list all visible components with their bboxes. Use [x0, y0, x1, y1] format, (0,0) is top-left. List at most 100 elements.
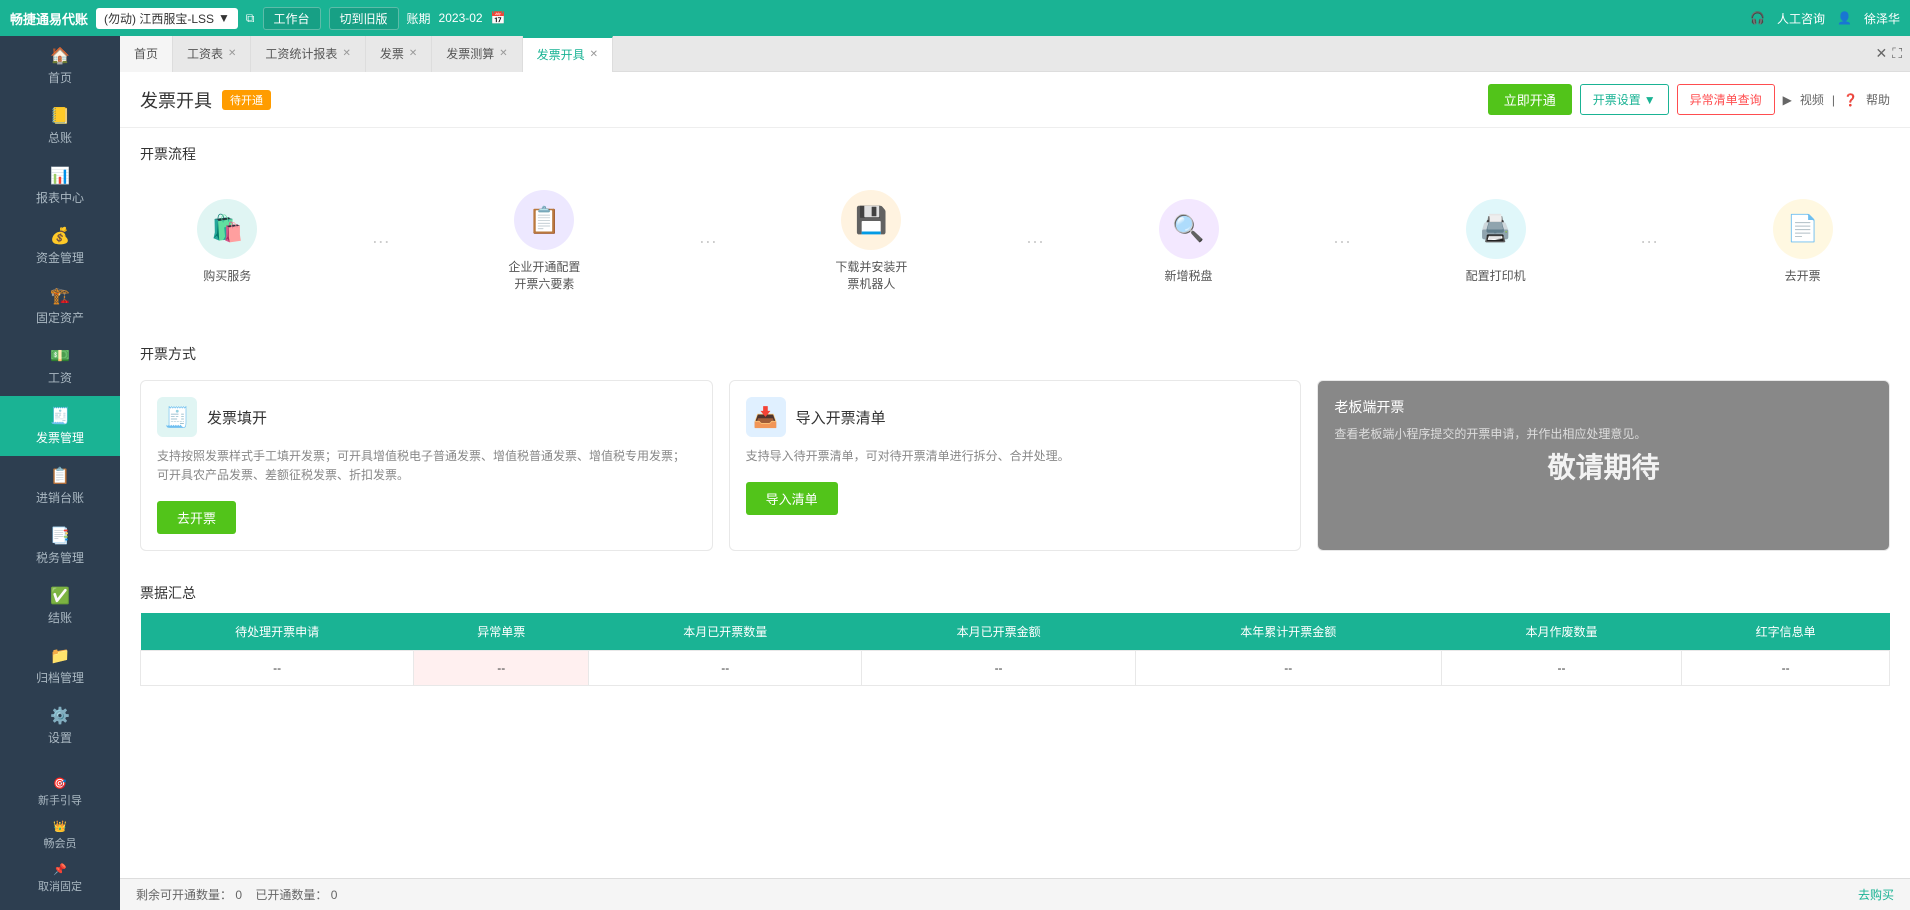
- method-title-manual: 发票填开: [207, 407, 267, 428]
- header-actions: 立即开通 开票设置 ▼ 异常清单查询 ▶ 视频 | ❓ 帮助: [1488, 84, 1890, 115]
- tab-home[interactable]: 首页: [120, 36, 173, 72]
- add-taxdisk-label: 新增税盘: [1164, 267, 1212, 284]
- assets-icon: 🏗️: [50, 286, 70, 306]
- go-buy-link[interactable]: 去购买: [1858, 886, 1894, 903]
- company-selector[interactable]: (勿动) 江西服宝-LSS ▼: [96, 8, 238, 29]
- sidebar-item-tax[interactable]: 📑 税务管理: [0, 516, 120, 576]
- val-month-count: --: [589, 651, 862, 686]
- col-pending: 待处理开票申请: [141, 613, 414, 651]
- step-configure-printer[interactable]: 🖨️ 配置打印机: [1466, 199, 1526, 284]
- sidebar-label-guide: 新手引导: [38, 792, 82, 808]
- process-section-title: 开票流程: [140, 144, 1890, 164]
- sidebar-item-unpin[interactable]: 📌 取消固定: [5, 857, 115, 900]
- tab-bar-actions: ✕ ⛶: [1875, 45, 1910, 62]
- sidebar-label-tax: 税务管理: [36, 549, 84, 566]
- member-icon: 👑: [53, 820, 67, 833]
- close-all-icon[interactable]: ✕: [1875, 45, 1887, 62]
- download-icon-wrap: 💾: [841, 190, 901, 250]
- step-download[interactable]: 💾 下载并安装开票机器人: [831, 190, 911, 292]
- calendar-icon[interactable]: 📅: [491, 11, 506, 25]
- sidebar-item-settings[interactable]: ⚙️ 设置: [0, 696, 120, 756]
- guide-icon: 🎯: [53, 777, 67, 790]
- sidebar-item-inout[interactable]: 📋 进销台账: [0, 456, 120, 516]
- settings-btn[interactable]: 开票设置 ▼: [1580, 84, 1669, 115]
- settle-icon: ✅: [50, 586, 70, 606]
- val-void-count: --: [1441, 651, 1681, 686]
- buy-service-icon-wrap: 🛍️: [197, 199, 257, 259]
- tab-invoice-tool-close[interactable]: ✕: [590, 49, 598, 60]
- opened-label: 已开通数量：: [255, 888, 327, 902]
- step-add-taxdisk[interactable]: 🔍 新增税盘: [1159, 199, 1219, 284]
- sidebar-label-settings: 设置: [48, 729, 72, 746]
- expand-icon[interactable]: ⛶: [1892, 45, 1902, 62]
- tab-invoice-list[interactable]: 发票 ✕: [366, 36, 432, 72]
- sidebar-item-home[interactable]: 🏠 首页: [0, 36, 120, 96]
- immediate-open-btn[interactable]: 立即开通: [1488, 84, 1572, 115]
- sidebar-item-member[interactable]: 👑 畅会员: [5, 814, 115, 857]
- tab-payroll-stats[interactable]: 工资统计报表 ✕: [251, 36, 365, 72]
- payroll-icon: 💵: [50, 346, 70, 366]
- process-flow: 🛍️ 购买服务 ··· 📋 企业开通配置开票六要素 ···: [140, 180, 1890, 312]
- workspace-btn[interactable]: 工作台: [263, 7, 321, 30]
- sidebar-item-invoice[interactable]: 🧾 发票管理: [0, 396, 120, 456]
- sidebar-label-member: 畅会员: [44, 835, 77, 851]
- sidebar-label-invoice: 发票管理: [36, 429, 84, 446]
- sidebar-item-assets[interactable]: 🏗️ 固定资产: [0, 276, 120, 336]
- user-label[interactable]: 徐泽华: [1864, 10, 1900, 27]
- method-card-import: 📥 导入开票清单 支持导入待开票清单，可对待开票清单进行拆分、合并处理。 导入清…: [729, 380, 1302, 551]
- archive-icon: 📁: [50, 646, 70, 666]
- step-buy-service[interactable]: 🛍️ 购买服务: [197, 199, 257, 284]
- val-month-amount: --: [862, 651, 1135, 686]
- old-boss-title: 老板端开票: [1334, 397, 1873, 417]
- tab-invoice-calc[interactable]: 发票测算 ✕: [432, 36, 522, 72]
- sidebar-item-archive[interactable]: 📁 归档管理: [0, 636, 120, 696]
- invoice-methods: 🧾 发票填开 支持按照发票样式手工填开发票；可开具增值税电子普通发票、增值税普通…: [140, 380, 1890, 567]
- tax-icon: 📑: [50, 526, 70, 546]
- add-taxdisk-icon: 🔍: [1172, 213, 1204, 244]
- methods-section: 开票方式 🧾 发票填开 支持按照发票样式手工填开发票；可开具增值税电子普通发票、…: [120, 328, 1910, 583]
- sidebar: 🏠 首页 📒 总账 📊 报表中心 💰 资金管理 🏗️ 固定资产 💵 工资 🧾 发…: [0, 36, 120, 910]
- page-title: 发票开具: [140, 87, 212, 113]
- step-issue-invoice[interactable]: 📄 去开票: [1773, 199, 1833, 284]
- tab-payroll-stats-close[interactable]: ✕: [342, 48, 350, 59]
- sidebar-item-settle[interactable]: ✅ 结账: [0, 576, 120, 636]
- sidebar-item-guide[interactable]: 🎯 新手引导: [5, 771, 115, 814]
- tab-payroll-table-close[interactable]: ✕: [228, 48, 236, 59]
- settings-chevron-icon: ▼: [1644, 93, 1656, 107]
- tab-invoice-tool[interactable]: 发票开具 ✕: [523, 36, 613, 72]
- copy-icon[interactable]: ⧉: [246, 11, 255, 26]
- method-desc-manual: 支持按照发票样式手工填开发票；可开具增值税电子普通发票、增值税普通发票、增值税专…: [157, 447, 696, 485]
- configure-icon: 📋: [528, 205, 560, 236]
- summary-table-data-row: -- -- -- -- -- -- --: [141, 651, 1890, 686]
- val-red-info: --: [1682, 651, 1890, 686]
- chevron-down-icon: ▼: [218, 11, 230, 25]
- sidebar-item-funds[interactable]: 💰 资金管理: [0, 216, 120, 276]
- col-year-amount: 本年累计开票金额: [1135, 613, 1441, 651]
- header-right-info: ▶ 视频 | ❓ 帮助: [1783, 91, 1890, 108]
- switch-old-btn[interactable]: 切到旧版: [329, 7, 399, 30]
- sidebar-item-payroll[interactable]: 💵 工资: [0, 336, 120, 396]
- method-desc-import: 支持导入待开票清单，可对待开票清单进行拆分、合并处理。: [746, 447, 1285, 466]
- import-list-btn[interactable]: 导入清单: [746, 482, 838, 515]
- tab-payroll-table[interactable]: 工资表 ✕: [173, 36, 251, 72]
- ledger-icon: 📒: [50, 106, 70, 126]
- sidebar-item-ledger[interactable]: 📒 总账: [0, 96, 120, 156]
- abnormal-btn[interactable]: 异常清单查询: [1677, 84, 1775, 115]
- tab-invoice-calc-close[interactable]: ✕: [499, 48, 507, 59]
- settings-icon: ⚙️: [50, 706, 70, 726]
- tab-home-label: 首页: [134, 45, 158, 62]
- val-abnormal: --: [414, 651, 589, 686]
- sidebar-item-reports[interactable]: 📊 报表中心: [0, 156, 120, 216]
- step-configure[interactable]: 📋 企业开通配置开票六要素: [504, 190, 584, 292]
- tab-invoice-list-close[interactable]: ✕: [409, 48, 417, 59]
- view-label[interactable]: 视频: [1800, 91, 1824, 108]
- sidebar-label-settle: 结账: [48, 609, 72, 626]
- buy-service-icon: 🛍️: [211, 213, 243, 244]
- tab-payroll-table-label: 工资表: [187, 45, 223, 62]
- pin-icon: 📌: [53, 863, 67, 876]
- help-label[interactable]: 帮助: [1866, 91, 1890, 108]
- service-label[interactable]: 人工咨询: [1777, 10, 1825, 27]
- period-label: 账期: [407, 10, 431, 27]
- top-bar-right: 🎧 人工咨询 👤 徐泽华: [1750, 10, 1900, 27]
- go-invoice-btn[interactable]: 去开票: [157, 501, 236, 534]
